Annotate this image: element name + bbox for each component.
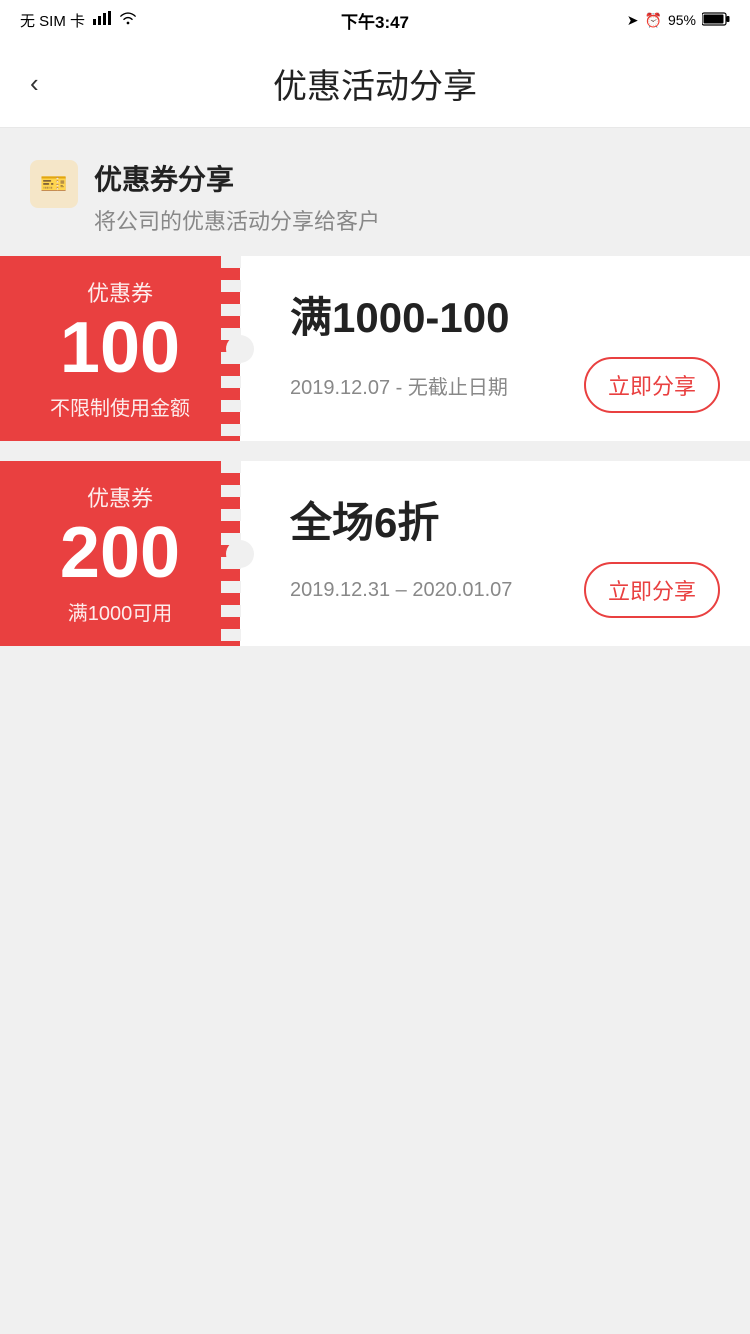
status-bar: 无 SIM 卡 下午3:47 ➤ ⏰ 95%: [0, 0, 750, 40]
status-right: ➤ ⏰ 95%: [627, 12, 730, 29]
coupon-card-2: 优惠券 200 满1000可用 全场6折 2019.12.31 – 2020.0…: [0, 461, 750, 646]
share-button-2[interactable]: 立即分享: [584, 562, 720, 618]
nav-bar: ‹ 优惠活动分享: [0, 40, 750, 128]
coupon-left-2: 优惠券 200 满1000可用: [0, 461, 240, 646]
coupon-right-2: 全场6折 2019.12.31 – 2020.01.07 立即分享: [240, 461, 750, 646]
coupon-right-1: 满1000-100 2019.12.07 - 无截止日期 立即分享: [240, 256, 750, 441]
coupon-bottom-2: 2019.12.31 – 2020.01.07 立即分享: [290, 562, 720, 618]
empty-space: [0, 696, 750, 1196]
coupon-title-2: 全场6折: [290, 489, 720, 550]
coupon-title-1: 满1000-100: [290, 284, 720, 345]
battery-text: 95%: [668, 12, 696, 28]
section-subtitle: 将公司的优惠活动分享给客户: [94, 204, 380, 236]
coupon-amount-1: 100: [60, 312, 180, 384]
coupon-card-1: 优惠券 100 不限制使用金额 满1000-100 2019.12.07 - 无…: [0, 256, 750, 441]
page-title: 优惠活动分享: [273, 59, 477, 108]
status-left: 无 SIM 卡: [20, 10, 137, 31]
alarm-icon: ⏰: [645, 12, 662, 29]
section-title: 优惠券分享: [94, 158, 380, 198]
coupon-date-1: 2019.12.07 - 无截止日期: [290, 371, 574, 400]
back-button[interactable]: ‹: [30, 68, 39, 99]
coupon-date-2: 2019.12.31 – 2020.01.07: [290, 579, 574, 602]
wifi-icon: [119, 11, 137, 29]
section-icon: 🎫: [30, 160, 78, 208]
section-text: 优惠券分享 将公司的优惠活动分享给客户: [94, 158, 380, 236]
coupon-condition-2: 满1000可用: [68, 597, 173, 626]
section-header: 🎫 优惠券分享 将公司的优惠活动分享给客户: [0, 128, 750, 256]
signal-icon: [93, 11, 111, 29]
coupon-left-1: 优惠券 100 不限制使用金额: [0, 256, 240, 441]
battery-icon: [702, 12, 730, 29]
status-time: 下午3:47: [341, 8, 409, 33]
share-button-1[interactable]: 立即分享: [584, 357, 720, 413]
location-icon: ➤: [627, 12, 639, 29]
coupon-label-1: 优惠券: [87, 276, 153, 308]
carrier-text: 无 SIM 卡: [20, 10, 85, 31]
coupon-bottom-1: 2019.12.07 - 无截止日期 立即分享: [290, 357, 720, 413]
coupon-condition-1: 不限制使用金额: [50, 392, 190, 421]
coupon-amount-2: 200: [60, 517, 180, 589]
coupon-label-2: 优惠券: [87, 481, 153, 513]
coupon-list: 优惠券 100 不限制使用金额 满1000-100 2019.12.07 - 无…: [0, 256, 750, 696]
